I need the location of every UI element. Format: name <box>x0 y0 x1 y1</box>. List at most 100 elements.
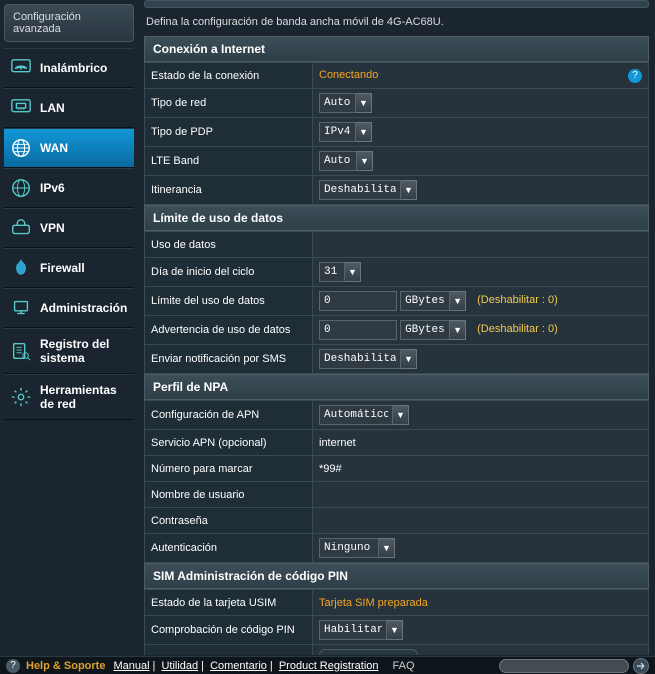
chevron-down-icon[interactable]: ▼ <box>393 405 409 425</box>
sidebar-item-label: Herramientas de red <box>40 383 128 411</box>
select-warn-unit[interactable]: GBytes <box>400 320 450 340</box>
select-limit-unit[interactable]: GBytes <box>400 291 450 311</box>
value-apnsvc: internet <box>313 430 649 456</box>
link-product-reg[interactable]: Product Registration <box>279 660 379 672</box>
sidebar-item-label: LAN <box>40 101 65 115</box>
label-pincheck: Comprobación de código PIN <box>145 616 313 645</box>
modify-button[interactable]: Modificar <box>319 649 418 655</box>
chevron-down-icon[interactable]: ▼ <box>356 93 372 113</box>
footer: ? Help & Soporte Manual| Utilidad| Comen… <box>0 656 655 674</box>
select-auth[interactable]: Ninguno <box>319 538 379 558</box>
label-conn-status: Estado de la conexión <box>145 63 313 89</box>
input-limit[interactable] <box>319 291 397 311</box>
value-dial: *99# <box>313 456 649 482</box>
sidebar-item-lan[interactable]: LAN <box>4 88 134 128</box>
chevron-down-icon[interactable]: ▼ <box>450 291 466 311</box>
sidebar-item-label: Firewall <box>40 261 85 275</box>
value-simstatus: Tarjeta SIM preparada <box>319 597 428 609</box>
section-header-datalimit: Límite de uso de datos <box>144 205 649 231</box>
sidebar-title: Configuración avanzada <box>4 4 134 42</box>
chevron-down-icon[interactable]: ▼ <box>379 538 395 558</box>
label-dial: Número para marcar <box>145 456 313 482</box>
label-lte: LTE Band <box>145 147 313 176</box>
label-simstatus: Estado de la tarjeta USIM <box>145 590 313 616</box>
select-apncfg[interactable]: Automático <box>319 405 393 425</box>
select-pincheck[interactable]: Habilitar <box>319 620 387 640</box>
page-description: Defina la configuración de banda ancha m… <box>144 12 649 36</box>
sidebar-item-label: IPv6 <box>40 181 65 195</box>
sidebar-item-syslog[interactable]: Registro del sistema <box>4 328 134 374</box>
label-apncfg: Configuración de APN <box>145 401 313 430</box>
chevron-down-icon[interactable]: ▼ <box>357 151 373 171</box>
vpn-icon <box>10 217 32 239</box>
content-header-bar <box>144 0 649 8</box>
label-auth: Autenticación <box>145 534 313 563</box>
sidebar-item-wireless[interactable]: Inalámbrico <box>4 48 134 88</box>
sidebar-item-firewall[interactable]: Firewall <box>4 248 134 288</box>
lan-icon <box>10 97 32 119</box>
label-cycle: Día de inicio del ciclo <box>145 258 313 287</box>
label-apnsvc: Servicio APN (opcional) <box>145 430 313 456</box>
value-usage <box>313 232 649 258</box>
label-pass: Contraseña <box>145 508 313 534</box>
link-utility[interactable]: Utilidad <box>161 660 198 672</box>
select-sms[interactable]: Deshabilitar <box>319 349 401 369</box>
select-pdp[interactable]: IPv4 <box>319 122 356 142</box>
wireless-icon <box>10 57 32 79</box>
section-header-sim: SIM Administración de código PIN <box>144 563 649 589</box>
label-usage: Uso de datos <box>145 232 313 258</box>
link-comment[interactable]: Comentario <box>210 660 267 672</box>
link-manual[interactable]: Manual <box>113 660 149 672</box>
label-limit: Límite del uso de datos <box>145 287 313 316</box>
chevron-down-icon[interactable]: ▼ <box>401 180 417 200</box>
label-roaming: Itinerancia <box>145 176 313 205</box>
search-go-button[interactable] <box>633 658 649 674</box>
sidebar-item-label: Administración <box>40 301 127 315</box>
value-conn-status: Conectando <box>319 69 378 81</box>
sidebar-item-vpn[interactable]: VPN <box>4 208 134 248</box>
note-limit: (Deshabilitar : 0) <box>477 294 558 306</box>
label-warn: Advertencia de uso de datos <box>145 316 313 345</box>
value-pass <box>313 508 649 534</box>
section-header-connection: Conexión a Internet <box>144 36 649 62</box>
note-warn: (Deshabilitar : 0) <box>477 323 558 335</box>
label-pinmod: Modificación del código PIN <box>145 645 313 656</box>
sidebar-item-admin[interactable]: Administración <box>4 288 134 328</box>
select-roaming[interactable]: Deshabilitar <box>319 180 401 200</box>
chevron-down-icon[interactable]: ▼ <box>356 122 372 142</box>
select-cycle-day[interactable]: 31 <box>319 262 345 282</box>
sidebar-item-label: WAN <box>40 141 68 155</box>
help-icon[interactable]: ? <box>628 69 642 83</box>
chevron-down-icon[interactable]: ▼ <box>450 320 466 340</box>
globe-icon <box>10 137 32 159</box>
faq-label[interactable]: FAQ <box>393 660 415 672</box>
sidebar: Configuración avanzada Inalámbrico LAN W… <box>0 0 138 655</box>
chevron-down-icon[interactable]: ▼ <box>401 349 417 369</box>
help-support-link[interactable]: Help & Soporte <box>26 660 105 672</box>
sidebar-item-label: Inalámbrico <box>40 61 107 75</box>
sidebar-item-wan[interactable]: WAN <box>4 128 134 168</box>
gear-icon <box>10 386 32 408</box>
main-panel: Defina la configuración de banda ancha m… <box>138 0 655 655</box>
label-user: Nombre de usuario <box>145 482 313 508</box>
ipv6-icon <box>10 177 32 199</box>
value-user <box>313 482 649 508</box>
admin-icon <box>10 297 32 319</box>
sidebar-item-ipv6[interactable]: IPv6 <box>4 168 134 208</box>
sidebar-item-label: Registro del sistema <box>40 337 128 365</box>
label-sms: Enviar notificación por SMS <box>145 345 313 374</box>
label-pdp: Tipo de PDP <box>145 118 313 147</box>
label-nettype: Tipo de red <box>145 89 313 118</box>
sidebar-item-label: VPN <box>40 221 65 235</box>
select-nettype[interactable]: Auto <box>319 93 356 113</box>
chevron-down-icon[interactable]: ▼ <box>387 620 403 640</box>
firewall-icon <box>10 257 32 279</box>
footer-search-input[interactable] <box>499 659 629 673</box>
sidebar-item-nettools[interactable]: Herramientas de red <box>4 374 134 420</box>
syslog-icon <box>10 340 32 362</box>
section-header-npa: Perfil de NPA <box>144 374 649 400</box>
help-circle-icon[interactable]: ? <box>6 659 20 673</box>
chevron-down-icon[interactable]: ▼ <box>345 262 361 282</box>
select-lte[interactable]: Auto <box>319 151 357 171</box>
input-warn[interactable] <box>319 320 397 340</box>
